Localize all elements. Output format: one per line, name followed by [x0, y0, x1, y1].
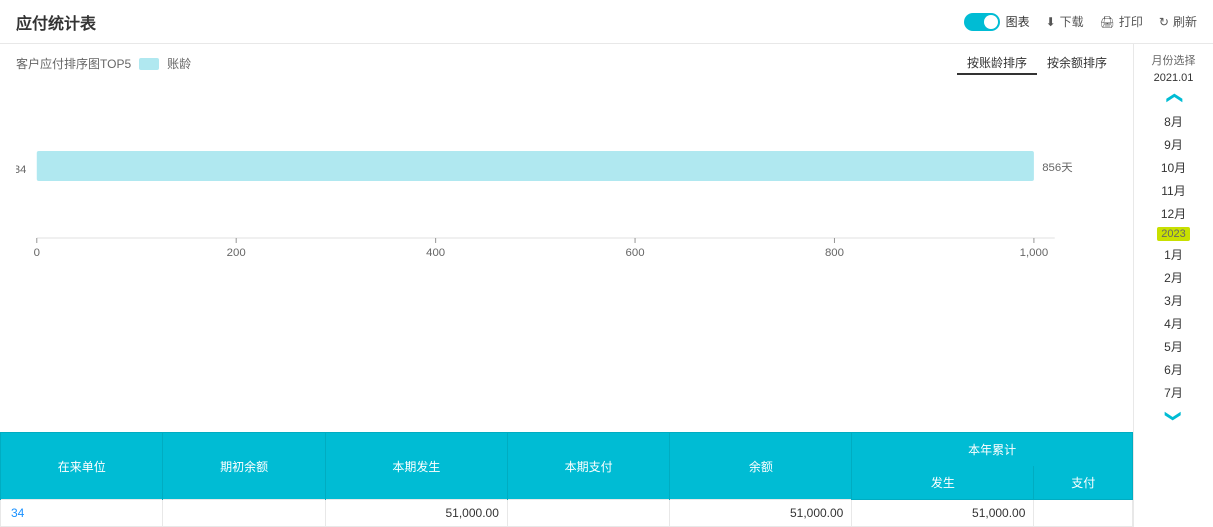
sort-by-age-button[interactable]: 按账龄排序 — [957, 52, 1037, 75]
chart-toggle[interactable] — [964, 13, 1000, 31]
sort-buttons: 按账龄排序 按余额排序 — [957, 52, 1117, 75]
cell-ytd-occurrence: 51,000.00 — [852, 500, 1034, 527]
cell-opening — [163, 500, 325, 527]
col-header-ytd-payment: 支付 — [1034, 466, 1133, 500]
svg-text:0: 0 — [34, 247, 40, 259]
cell-balance: 51,000.00 — [670, 500, 852, 527]
sidebar-month-2[interactable]: 2月 — [1134, 266, 1213, 289]
sidebar-month-7[interactable]: 7月 — [1134, 381, 1213, 404]
sidebar-current-value: 2021.01 — [1154, 70, 1194, 86]
refresh-button[interactable]: ↻ 刷新 — [1159, 13, 1197, 30]
cell-payment — [507, 500, 669, 527]
sidebar-month-5[interactable]: 5月 — [1134, 335, 1213, 358]
svg-text:400: 400 — [426, 247, 445, 259]
page-title: 应付统计表 — [16, 10, 96, 34]
sort-by-balance-button[interactable]: 按余额排序 — [1037, 52, 1117, 75]
svg-text:34: 34 — [16, 164, 26, 176]
table-body: 34 51,000.00 51,000.00 51,000.00 — [1, 500, 1133, 527]
svg-text:600: 600 — [626, 247, 645, 259]
col-header-unit: 在来单位 — [1, 433, 163, 500]
col-header-ytd: 本年累计 — [852, 433, 1133, 467]
svg-text:200: 200 — [227, 247, 246, 259]
unit-link[interactable]: 34 — [11, 506, 24, 520]
col-header-opening: 期初余额 — [163, 433, 325, 500]
cell-unit: 34 — [1, 500, 163, 527]
bar-chart-svg: 34 856天 0 200 400 — [16, 83, 1117, 263]
sidebar-month-8[interactable]: 8月 — [1134, 110, 1213, 133]
svg-text:800: 800 — [825, 247, 844, 259]
chart-area: 客户应付排序图TOP5 账龄 按账龄排序 按余额排序 34 856天 — [0, 44, 1133, 527]
download-button[interactable]: ⬇ 下载 — [1046, 13, 1084, 30]
cell-occurrence: 51,000.00 — [325, 500, 507, 527]
print-label: 打印 — [1119, 13, 1143, 30]
data-table: 在来单位 期初余额 本期发生 本期支付 余额 本年累计 发生 支付 — [0, 432, 1133, 527]
sidebar-month-10[interactable]: 10月 — [1134, 156, 1213, 179]
chart-legend: 客户应付排序图TOP5 账龄 — [16, 55, 191, 72]
refresh-icon: ↻ — [1159, 15, 1169, 29]
col-header-balance: 余额 — [670, 433, 852, 500]
table-area: 在来单位 期初余额 本期发生 本期支付 余额 本年累计 发生 支付 — [0, 432, 1133, 527]
sidebar-month-6[interactable]: 6月 — [1134, 358, 1213, 381]
legend-color-swatch — [139, 58, 159, 70]
download-label: 下载 — [1060, 13, 1084, 30]
month-sidebar: 月份选择 2021.01 ❯ 8月 9月 10月 11月 12月 2023 1月… — [1133, 44, 1213, 527]
col-header-occurrence: 本期发生 — [325, 433, 507, 500]
sidebar-month-3[interactable]: 3月 — [1134, 289, 1213, 312]
main-content: 客户应付排序图TOP5 账龄 按账龄排序 按余额排序 34 856天 — [0, 44, 1213, 527]
print-icon: 🖨 — [1100, 15, 1115, 29]
svg-text:1,000: 1,000 — [1020, 247, 1049, 259]
print-button[interactable]: 🖨 打印 — [1100, 13, 1143, 30]
refresh-label: 刷新 — [1173, 13, 1197, 30]
table-header-top: 在来单位 期初余额 本期发生 本期支付 余额 本年累计 — [1, 433, 1133, 467]
chart-header: 客户应付排序图TOP5 账龄 按账龄排序 按余额排序 — [0, 44, 1133, 83]
sidebar-title: 月份选择 — [1152, 48, 1196, 70]
sidebar-month-11[interactable]: 11月 — [1134, 179, 1213, 202]
legend-color-label: 账龄 — [167, 55, 191, 72]
chart-svg-wrap: 34 856天 0 200 400 — [0, 83, 1133, 432]
sidebar-year-2023: 2023 — [1157, 227, 1189, 241]
sidebar-month-12[interactable]: 12月 — [1134, 202, 1213, 225]
svg-text:856天: 856天 — [1042, 162, 1072, 174]
cell-ytd-payment — [1034, 500, 1133, 527]
download-icon: ⬇ — [1046, 15, 1056, 29]
app-header: 应付统计表 图表 ⬇ 下载 🖨 打印 ↻ 刷新 — [0, 0, 1213, 44]
col-header-ytd-occurrence: 发生 — [852, 466, 1034, 500]
sidebar-month-9[interactable]: 9月 — [1134, 133, 1213, 156]
sidebar-month-4[interactable]: 4月 — [1134, 312, 1213, 335]
col-header-payment: 本期支付 — [507, 433, 669, 500]
table-row: 34 51,000.00 51,000.00 51,000.00 — [1, 500, 1133, 527]
legend-title: 客户应付排序图TOP5 — [16, 55, 131, 72]
chart-toggle-wrap: 图表 — [964, 13, 1030, 31]
sidebar-up-arrow[interactable]: ❯ — [1162, 89, 1186, 106]
header-actions: 图表 ⬇ 下载 🖨 打印 ↻ 刷新 — [964, 13, 1197, 31]
sidebar-down-arrow[interactable]: ❯ — [1162, 407, 1186, 424]
chart-toggle-label: 图表 — [1006, 13, 1030, 30]
sidebar-month-1[interactable]: 1月 — [1134, 243, 1213, 266]
